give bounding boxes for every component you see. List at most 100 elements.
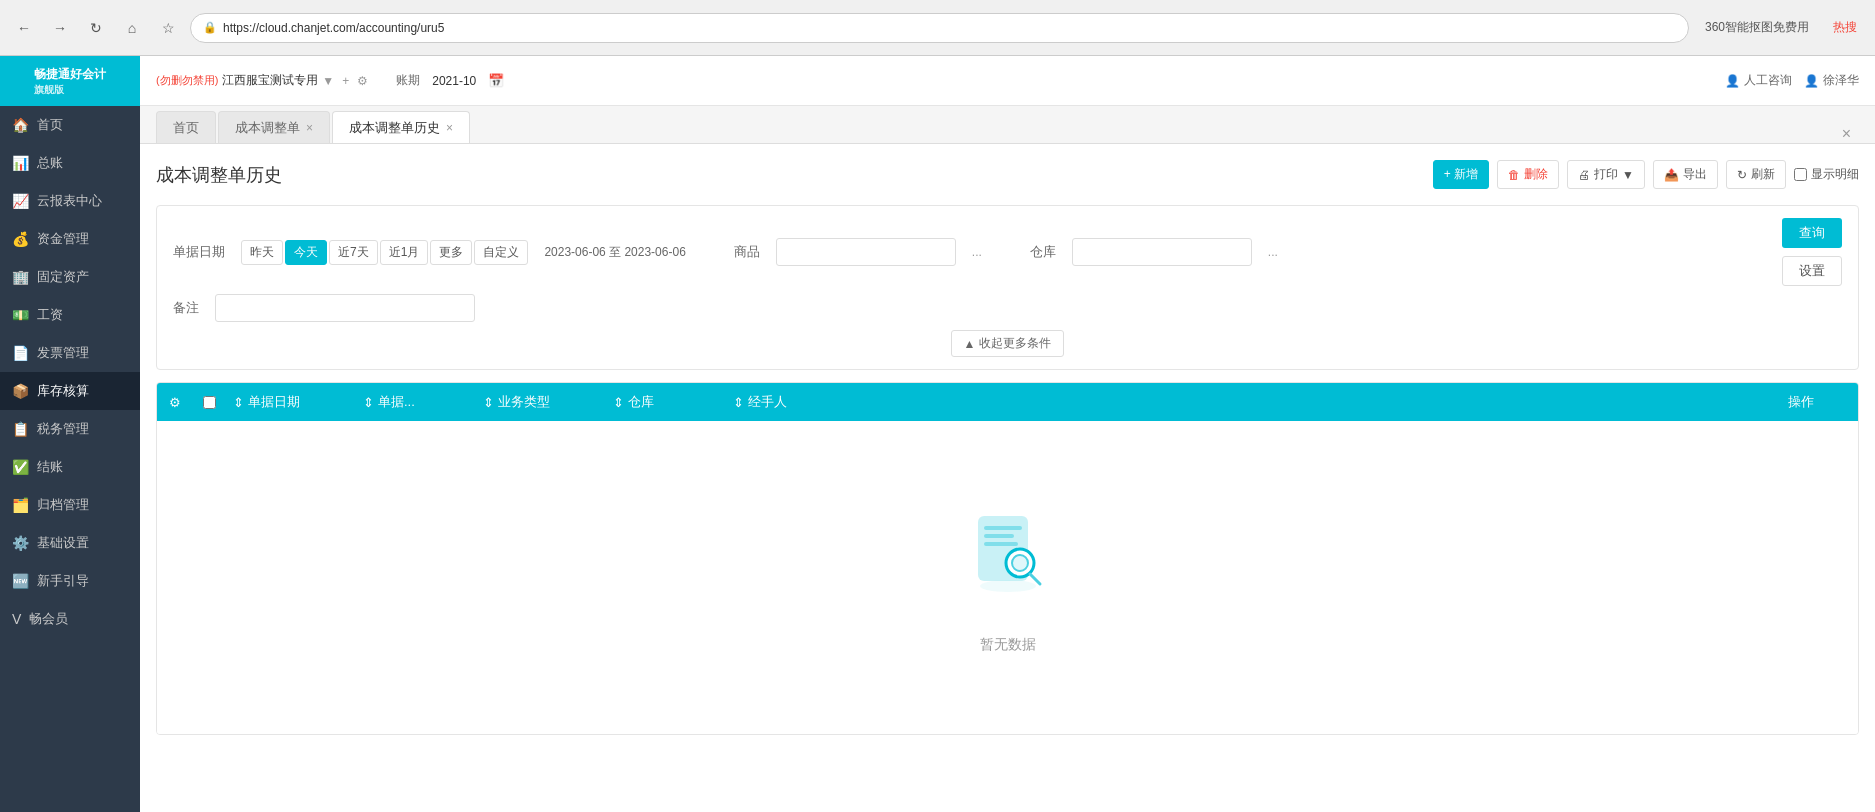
sidebar-item-畅会员[interactable]: V畅会员 (0, 600, 140, 638)
menu-icon: 📊 (12, 155, 29, 171)
sidebar-item-云报表中心[interactable]: 📈云报表中心 (0, 182, 140, 220)
search-tool[interactable]: 360智能抠图免费用 (1697, 16, 1817, 39)
tab-首页[interactable]: 首页 (156, 111, 216, 143)
page-actions: + 新增 🗑 删除 🖨 打印 ▼ 📤 导出 ↻ (1433, 160, 1859, 189)
sidebar-item-首页[interactable]: 🏠首页 (0, 106, 140, 144)
th-settings[interactable]: ⚙ (157, 395, 193, 410)
filter-settings-button[interactable]: 设置 (1782, 256, 1842, 286)
date-btn-自定义[interactable]: 自定义 (474, 240, 528, 265)
menu-label: 归档管理 (37, 496, 89, 514)
address-bar[interactable]: 🔒 https://cloud.chanjet.com/accounting/u… (190, 13, 1689, 43)
menu-icon: ✅ (12, 459, 29, 475)
sidebar-item-结账[interactable]: ✅结账 (0, 448, 140, 486)
company-selector[interactable]: (勿删勿禁用) 江西服宝测试专用 ▼ + ⚙ (156, 72, 368, 89)
goods-input[interactable] (776, 238, 956, 266)
forward-button[interactable]: → (46, 14, 74, 42)
table-container: ⚙ ⇕ 单据日期 ⇕ 单据... ⇕ 业务类型 (156, 382, 1859, 735)
query-button[interactable]: 查询 (1782, 218, 1842, 248)
date-buttons: 昨天今天近7天近1月更多自定义 (241, 240, 528, 265)
th-biz-type[interactable]: ⇕ 业务类型 (473, 393, 603, 411)
sidebar-item-基础设置[interactable]: ⚙️基础设置 (0, 524, 140, 562)
delete-icon: 🗑 (1508, 168, 1520, 182)
sidebar: 畅捷通好会计 旗舰版 🏠首页📊总账📈云报表中心💰资金管理🏢固定资产💵工资📄发票管… (0, 56, 140, 812)
sort-icon-4: ⇕ (613, 395, 624, 410)
menu-icon: 📋 (12, 421, 29, 437)
consult-action[interactable]: 👤 人工咨询 (1725, 72, 1792, 89)
hot-search[interactable]: 热搜 (1825, 16, 1865, 39)
menu-icon: 📦 (12, 383, 29, 399)
sidebar-item-固定资产[interactable]: 🏢固定资产 (0, 258, 140, 296)
date-filter-label: 单据日期 (173, 243, 225, 261)
consult-icon: 👤 (1725, 74, 1740, 88)
sidebar-item-资金管理[interactable]: 💰资金管理 (0, 220, 140, 258)
back-button[interactable]: ← (10, 14, 38, 42)
note-input[interactable] (215, 294, 475, 322)
select-all-checkbox[interactable] (203, 396, 216, 409)
add-company-icon[interactable]: + (342, 74, 349, 88)
export-button[interactable]: 📤 导出 (1653, 160, 1718, 189)
display-toggle[interactable]: 显示明细 (1794, 166, 1859, 183)
period-label: 账期 (396, 72, 420, 89)
sidebar-item-工资[interactable]: 💵工资 (0, 296, 140, 334)
collapse-button[interactable]: ▲ 收起更多条件 (951, 330, 1065, 357)
date-btn-今天[interactable]: 今天 (285, 240, 327, 265)
sidebar-menu: 🏠首页📊总账📈云报表中心💰资金管理🏢固定资产💵工资 📄 发票管理 📦库存核算 📋 税务管理… (0, 106, 140, 812)
sidebar-item-发票管理[interactable]: 📄 发票管理 (0, 334, 140, 372)
refresh-button[interactable]: ↻ 刷新 (1726, 160, 1786, 189)
menu-icon: 📈 (12, 193, 29, 209)
menu-label: 发票管理 (37, 344, 89, 362)
export-icon: 📤 (1664, 168, 1679, 182)
tab-label: 成本调整单 (235, 119, 300, 137)
user-action[interactable]: 👤 徐泽华 (1804, 72, 1859, 89)
user-icon: 👤 (1804, 74, 1819, 88)
table-header: ⚙ ⇕ 单据日期 ⇕ 单据... ⇕ 业务类型 (157, 383, 1858, 421)
menu-icon: 📄 (12, 345, 29, 361)
goods-ellipsis[interactable]: ... (972, 245, 982, 259)
menu-label: 资金管理 (37, 230, 89, 248)
warehouse-input[interactable] (1072, 238, 1252, 266)
sidebar-item-总账[interactable]: 📊总账 (0, 144, 140, 182)
close-all-tabs-button[interactable]: × (1834, 125, 1859, 143)
warehouse-filter-label: 仓库 (1030, 243, 1056, 261)
tab-bar: 首页成本调整单×成本调整单历史×× (140, 106, 1875, 144)
tab-close-icon[interactable]: × (446, 121, 453, 135)
home-button[interactable]: ⌂ (118, 14, 146, 42)
sidebar-item-税务管理[interactable]: 📋 税务管理 (0, 410, 140, 448)
period-value: 2021-10 (432, 74, 476, 88)
th-warehouse[interactable]: ⇕ 仓库 (603, 393, 723, 411)
new-button[interactable]: + 新增 (1433, 160, 1489, 189)
th-doc-num[interactable]: ⇕ 单据... (353, 393, 473, 411)
print-dropdown-icon: ▼ (1622, 168, 1634, 182)
tab-成本调整单[interactable]: 成本调整单 × (218, 111, 330, 143)
sidebar-item-库存核算[interactable]: 📦库存核算 (0, 372, 140, 410)
sort-icon: ⇕ (233, 395, 244, 410)
browser-tools: 360智能抠图免费用 热搜 (1697, 16, 1865, 39)
sort-icon-3: ⇕ (483, 395, 494, 410)
date-btn-更多[interactable]: 更多 (430, 240, 472, 265)
date-btn-昨天[interactable]: 昨天 (241, 240, 283, 265)
menu-label: 新手引导 (37, 572, 89, 590)
empty-state: 暂无数据 (157, 421, 1858, 734)
calendar-icon[interactable]: 📅 (488, 73, 504, 88)
tab-close-icon[interactable]: × (306, 121, 313, 135)
warehouse-ellipsis[interactable]: ... (1268, 245, 1278, 259)
display-checkbox[interactable] (1794, 168, 1807, 181)
th-handler[interactable]: ⇕ 经手人 (723, 393, 1778, 411)
date-btn-近1月[interactable]: 近1月 (380, 240, 429, 265)
top-bar: (勿删勿禁用) 江西服宝测试专用 ▼ + ⚙ 账期 2021-10 📅 👤 人工… (140, 56, 1875, 106)
filter-row-2: 备注 (173, 294, 1842, 322)
th-date[interactable]: ⇕ 单据日期 (223, 393, 353, 411)
print-button[interactable]: 🖨 打印 ▼ (1567, 160, 1645, 189)
menu-label: 畅会员 (29, 610, 68, 628)
th-checkbox[interactable] (193, 396, 223, 409)
tab-成本调整单历史[interactable]: 成本调整单历史× (332, 111, 470, 143)
delete-button[interactable]: 🗑 删除 (1497, 160, 1559, 189)
settings-icon[interactable]: ⚙ (357, 74, 368, 88)
bookmark-button[interactable]: ☆ (154, 14, 182, 42)
reload-button[interactable]: ↻ (82, 14, 110, 42)
sidebar-item-归档管理[interactable]: 🗂️归档管理 (0, 486, 140, 524)
menu-label: 税务管理 (37, 420, 89, 438)
note-filter-label: 备注 (173, 299, 199, 317)
sidebar-item-新手引导[interactable]: 🆕新手引导 (0, 562, 140, 600)
date-btn-近7天[interactable]: 近7天 (329, 240, 378, 265)
